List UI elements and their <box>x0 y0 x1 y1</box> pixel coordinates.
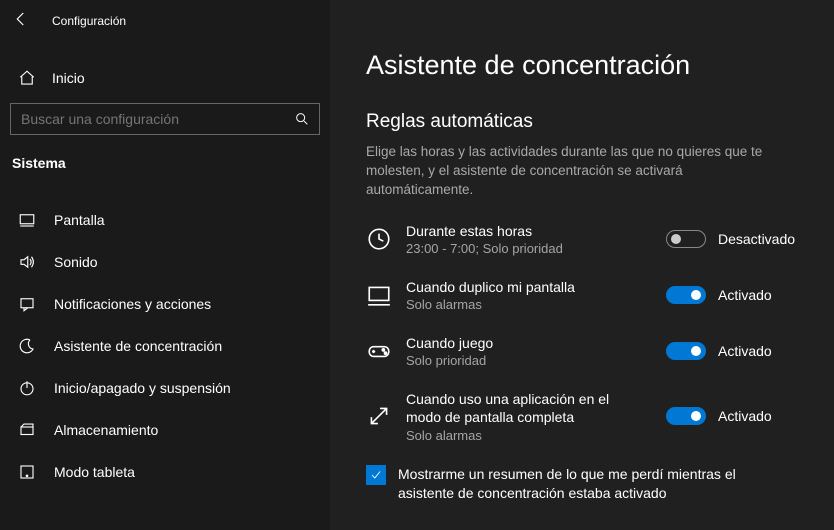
titlebar: Configuración <box>0 0 330 39</box>
rule-sub: Solo prioridad <box>406 353 666 368</box>
power-icon <box>18 379 36 397</box>
sidebar-section: Sistema <box>0 135 330 183</box>
sidebar-item-label: Inicio/apagado y suspensión <box>54 380 231 396</box>
sidebar-item-almacenamiento[interactable]: Almacenamiento <box>0 409 330 451</box>
sidebar-item-energia[interactable]: Inicio/apagado y suspensión <box>0 367 330 409</box>
sidebar-nav: Pantalla Sonido Notificaciones y accione… <box>0 199 330 493</box>
search-input[interactable] <box>10 103 320 135</box>
rule-title: Cuando juego <box>406 334 616 352</box>
sidebar-item-tableta[interactable]: Modo tableta <box>0 451 330 493</box>
rules-heading: Reglas automáticas <box>366 111 806 133</box>
toggle-hours[interactable] <box>666 230 706 248</box>
rule-sub: 23:00 - 7:00; Solo prioridad <box>406 241 666 256</box>
sidebar-item-label: Pantalla <box>54 212 105 228</box>
toggle-label: Activado <box>718 408 772 424</box>
rule-gaming[interactable]: Cuando juego Solo prioridad Activado <box>366 334 806 368</box>
rule-sub: Solo alarmas <box>406 428 666 443</box>
gamepad-icon <box>366 338 392 364</box>
page-title: Asistente de concentración <box>366 50 806 81</box>
rule-title: Cuando duplico mi pantalla <box>406 278 616 296</box>
rules-description: Elige las horas y las actividades durant… <box>366 143 776 200</box>
rule-title: Cuando uso una aplicación en el modo de … <box>406 390 616 426</box>
tablet-icon <box>18 463 36 481</box>
sidebar: Configuración Inicio Sistema Pantalla So… <box>0 0 330 530</box>
summary-checkbox-label: Mostrarme un resumen de lo que me perdí … <box>398 465 768 503</box>
toggle-label: Activado <box>718 343 772 359</box>
sidebar-item-label: Almacenamiento <box>54 422 158 438</box>
rule-sub: Solo alarmas <box>406 297 666 312</box>
sidebar-item-pantalla[interactable]: Pantalla <box>0 199 330 241</box>
sidebar-item-label: Notificaciones y acciones <box>54 296 211 312</box>
toggle-duplicate[interactable] <box>666 286 706 304</box>
sidebar-item-label: Asistente de concentración <box>54 338 222 354</box>
rule-hours[interactable]: Durante estas horas 23:00 - 7:00; Solo p… <box>366 222 806 256</box>
display-icon <box>18 211 36 229</box>
home-icon <box>18 69 36 87</box>
storage-icon <box>18 421 36 439</box>
clock-icon <box>366 226 392 252</box>
sidebar-item-label: Sonido <box>54 254 98 270</box>
notification-icon <box>18 295 36 313</box>
main-content: Asistente de concentración Reglas automá… <box>330 0 834 530</box>
rule-fullscreen[interactable]: Cuando uso una aplicación en el modo de … <box>366 390 806 442</box>
back-icon[interactable] <box>12 10 30 31</box>
fullscreen-icon <box>366 403 392 429</box>
toggle-fullscreen[interactable] <box>666 407 706 425</box>
sidebar-home-label: Inicio <box>52 70 85 86</box>
app-title: Configuración <box>52 14 126 28</box>
sidebar-item-label: Modo tableta <box>54 464 135 480</box>
rule-duplicate-display[interactable]: Cuando duplico mi pantalla Solo alarmas … <box>366 278 806 312</box>
monitor-icon <box>366 282 392 308</box>
sound-icon <box>18 253 36 271</box>
sidebar-item-concentracion[interactable]: Asistente de concentración <box>0 325 330 367</box>
sidebar-item-sonido[interactable]: Sonido <box>0 241 330 283</box>
sidebar-item-notificaciones[interactable]: Notificaciones y acciones <box>0 283 330 325</box>
sidebar-home[interactable]: Inicio <box>0 59 330 97</box>
toggle-label: Desactivado <box>718 231 795 247</box>
summary-checkbox-row: Mostrarme un resumen de lo que me perdí … <box>366 465 806 503</box>
rule-title: Durante estas horas <box>406 222 616 240</box>
moon-icon <box>18 337 36 355</box>
summary-checkbox[interactable] <box>366 465 386 485</box>
toggle-label: Activado <box>718 287 772 303</box>
search-box <box>10 103 320 135</box>
toggle-gaming[interactable] <box>666 342 706 360</box>
